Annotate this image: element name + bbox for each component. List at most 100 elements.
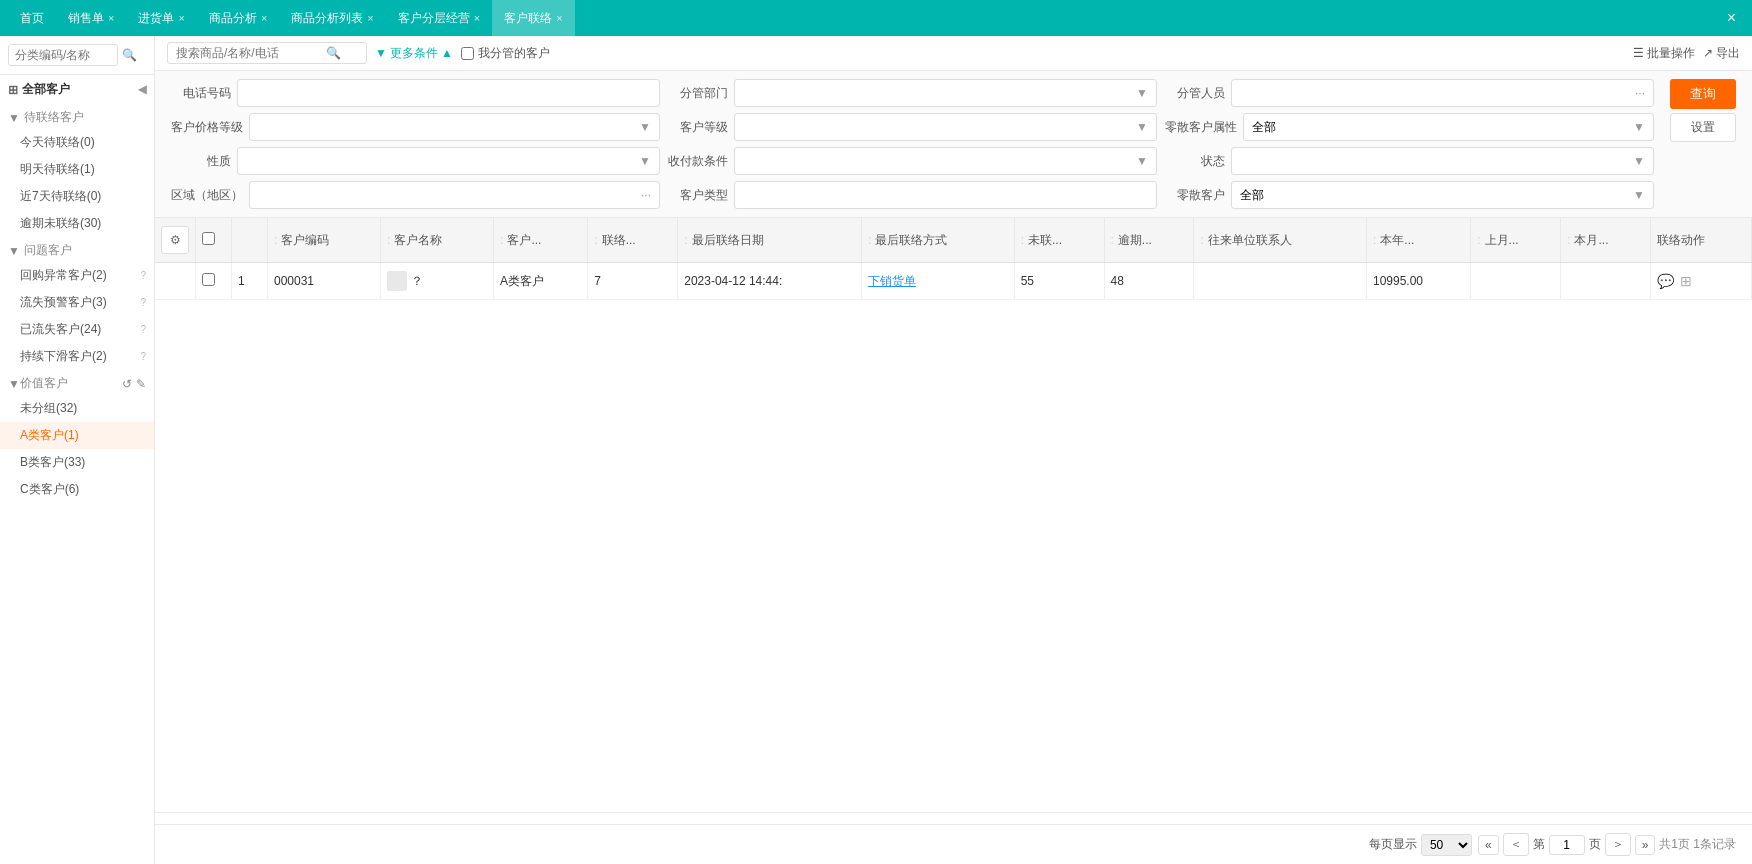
customer-type-select[interactable]: [734, 181, 1157, 209]
nav-purchase[interactable]: 进货单 ×: [126, 0, 196, 36]
gear-button[interactable]: ⚙: [161, 226, 189, 254]
sidebar-all-customers[interactable]: ⊞ 全部客户 ◀: [0, 75, 154, 104]
my-customers-checkbox[interactable]: [461, 47, 474, 60]
filter-nature: 性质 ▼: [171, 147, 660, 175]
sidebar-item-declining[interactable]: 持续下滑客户(2) ?: [0, 343, 154, 370]
sidebar-group-pending[interactable]: ▼ 待联络客户: [0, 104, 154, 129]
col-this-month[interactable]: :本月...: [1561, 218, 1651, 263]
sidebar-item-a-class[interactable]: A类客户(1): [0, 422, 154, 449]
sidebar-item-b-class[interactable]: B类客户(33): [0, 449, 154, 476]
nav-customer-contact[interactable]: 客户联络 ×: [492, 0, 574, 36]
price-level-arrow: ▼: [639, 120, 651, 134]
batch-op-btn[interactable]: ☰ 批量操作: [1633, 45, 1695, 62]
refresh-icon[interactable]: ↺: [122, 377, 132, 391]
prev-page-btn[interactable]: ＜: [1503, 833, 1529, 856]
per-page-select[interactable]: 50 20 100: [1421, 834, 1472, 856]
customer-level-select[interactable]: ▼: [734, 113, 1157, 141]
sidebar-item-loss-warning[interactable]: 流失预警客户(3) ?: [0, 289, 154, 316]
edit-icon[interactable]: ✎: [136, 377, 146, 391]
next-page-btn[interactable]: ＞: [1605, 833, 1631, 856]
sidebar-search-icon[interactable]: 🔍: [122, 48, 137, 62]
col-last-month[interactable]: :上月...: [1471, 218, 1561, 263]
sidebar-item-overdue-contact[interactable]: 逾期未联络(30): [0, 210, 154, 237]
col-category[interactable]: :客户...: [494, 218, 588, 263]
nav-close-analysis[interactable]: ×: [261, 12, 267, 24]
first-page-btn[interactable]: «: [1478, 835, 1499, 855]
nav-customer-mgr[interactable]: 客户分层经营 ×: [386, 0, 492, 36]
person-select[interactable]: ···: [1231, 79, 1654, 107]
col-this-year[interactable]: :本年...: [1366, 218, 1470, 263]
query-button[interactable]: 查询: [1670, 79, 1736, 109]
sidebar-item-rebuy-abnormal[interactable]: 回购异常客户(2) ?: [0, 262, 154, 289]
filter-search-icon[interactable]: 🔍: [326, 46, 341, 60]
nav-sales[interactable]: 销售单 ×: [56, 0, 126, 36]
retail-customer-select[interactable]: 全部 ▼: [1231, 181, 1654, 209]
help-icon-3[interactable]: ?: [140, 324, 146, 335]
name-avatar: [387, 271, 407, 291]
status-select[interactable]: ▼: [1231, 147, 1654, 175]
nature-select[interactable]: ▼: [237, 147, 660, 175]
sidebar-collapse-btn[interactable]: ◀: [138, 83, 146, 96]
region-label: 区域（地区）: [171, 187, 243, 204]
phone-input[interactable]: [237, 79, 660, 107]
col-name[interactable]: :客户名称: [381, 218, 494, 263]
sidebar-item-ungroup[interactable]: 未分组(32): [0, 395, 154, 422]
payment-select[interactable]: ▼: [734, 147, 1157, 175]
nav-close-customer-contact[interactable]: ×: [556, 12, 562, 24]
filter-dept: 分管部门 ▼: [668, 79, 1157, 107]
col-contact[interactable]: :联络...: [588, 218, 678, 263]
row-last-month: [1471, 263, 1561, 300]
sidebar-item-7days-contact[interactable]: 近7天待联络(0): [0, 183, 154, 210]
nav-home[interactable]: 首页: [8, 0, 56, 36]
filter-row-2: 客户价格等级 ▼ 客户等级 ▼: [171, 113, 1654, 141]
export-btn[interactable]: ↗ 导出: [1703, 45, 1740, 62]
grid-action-icon[interactable]: ⊞: [1680, 273, 1692, 289]
col-last-contact-date[interactable]: :最后联络日期: [678, 218, 862, 263]
col-prev-contactor[interactable]: :往来单位联系人: [1194, 218, 1367, 263]
person-label: 分管人员: [1165, 85, 1225, 102]
nav-analysis-list[interactable]: 商品分析列表 ×: [279, 0, 385, 36]
sidebar-item-tomorrow-contact[interactable]: 明天待联络(1): [0, 156, 154, 183]
nav-analysis[interactable]: 商品分析 ×: [197, 0, 279, 36]
help-icon-2[interactable]: ?: [140, 297, 146, 308]
triangle-icon-2: ▼: [8, 244, 20, 258]
col-last-contact-type[interactable]: :最后联络方式: [861, 218, 1014, 263]
dept-select[interactable]: ▼: [734, 79, 1157, 107]
triangle-icon-3: ▼: [8, 377, 20, 391]
contact-type-link[interactable]: 下销货单: [868, 274, 916, 288]
sidebar-item-c-class[interactable]: C类客户(6): [0, 476, 154, 503]
col-overdue[interactable]: :逾期...: [1104, 218, 1194, 263]
horizontal-scrollbar[interactable]: [155, 812, 1752, 824]
window-close-btn[interactable]: ×: [1719, 9, 1744, 27]
nav-close-purchase[interactable]: ×: [178, 12, 184, 24]
filter-more-btn[interactable]: ▼ 更多条件 ▲: [375, 45, 453, 62]
region-dots-icon: ···: [641, 188, 651, 202]
nav-close-sales[interactable]: ×: [108, 12, 114, 24]
col-no-contact[interactable]: :未联...: [1014, 218, 1104, 263]
help-icon-1[interactable]: ?: [140, 270, 146, 281]
row-checkbox[interactable]: [202, 273, 215, 286]
filter-search-input[interactable]: [176, 46, 326, 60]
nav-close-analysis-list[interactable]: ×: [367, 12, 373, 24]
dept-label: 分管部门: [668, 85, 728, 102]
page-input[interactable]: [1549, 835, 1585, 855]
col-code[interactable]: :客户编码: [268, 218, 381, 263]
filter-row-4: 区域（地区） ··· 客户类型: [171, 181, 1654, 209]
chat-action-icon[interactable]: 💬: [1657, 273, 1674, 289]
sidebar-search-input[interactable]: [8, 44, 118, 66]
pagination: 每页显示 50 20 100 « ＜ 第 页 ＞ » 共1页 1条记录: [155, 824, 1752, 864]
region-select[interactable]: ···: [249, 181, 660, 209]
price-level-select[interactable]: ▼: [249, 113, 660, 141]
retail-attr-select[interactable]: 全部 ▼: [1243, 113, 1654, 141]
sidebar: 🔍 ⊞ 全部客户 ◀ ▼ 待联络客户 今天待联络(0) 明天待联络(1) 近7天…: [0, 36, 155, 864]
settings-button[interactable]: 设置: [1670, 113, 1736, 142]
filter-row-3: 性质 ▼ 收付款条件 ▼: [171, 147, 1654, 175]
sidebar-group-problem[interactable]: ▼ 问题客户: [0, 237, 154, 262]
last-page-btn[interactable]: »: [1635, 835, 1656, 855]
nav-close-customer-mgr[interactable]: ×: [474, 12, 480, 24]
sidebar-item-lost[interactable]: 已流失客户(24) ?: [0, 316, 154, 343]
help-icon-4[interactable]: ?: [140, 351, 146, 362]
sidebar-item-today-contact[interactable]: 今天待联络(0): [0, 129, 154, 156]
select-all-checkbox[interactable]: [202, 232, 215, 245]
page-end-label: 页: [1589, 836, 1601, 853]
